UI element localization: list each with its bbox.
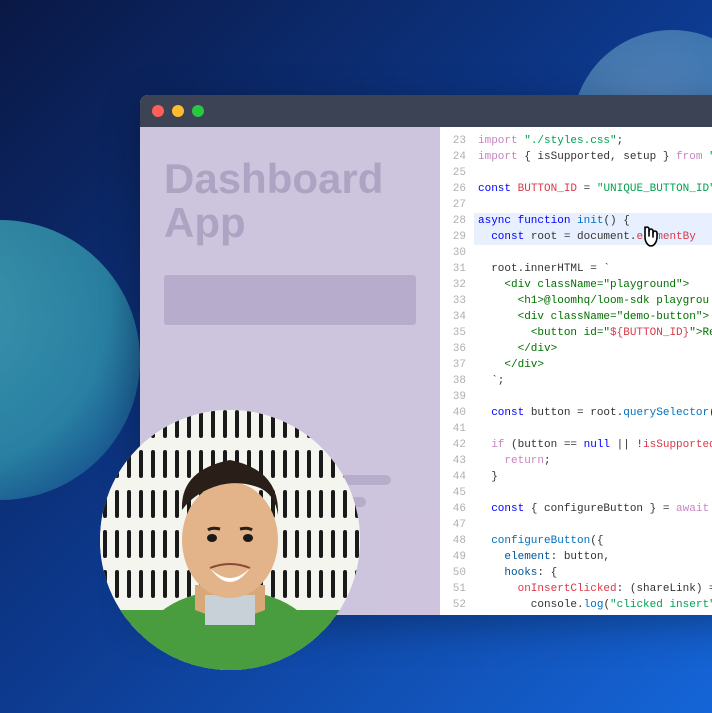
line-number: 49 (444, 549, 466, 565)
code-line[interactable]: import { isSupported, setup } from " (474, 149, 712, 165)
line-number: 51 (444, 581, 466, 597)
code-line[interactable]: </div> (474, 357, 712, 373)
line-number: 36 (444, 341, 466, 357)
line-number: 25 (444, 165, 466, 181)
code-line[interactable]: } (474, 469, 712, 485)
line-number: 47 (444, 517, 466, 533)
minimize-icon[interactable] (172, 105, 184, 117)
code-line[interactable]: </div> (474, 341, 712, 357)
code-line[interactable]: const button = root.querySelector( (474, 405, 712, 421)
code-line[interactable]: const BUTTON_ID = "UNIQUE_BUTTON_ID" (474, 181, 712, 197)
line-number: 40 (444, 405, 466, 421)
code-line[interactable]: <h1>@loomhq/loom-sdk playgrou (474, 293, 712, 309)
code-line[interactable] (474, 389, 712, 405)
code-line[interactable]: const { configureButton } = await (474, 501, 712, 517)
titlebar[interactable] (140, 95, 712, 127)
line-number: 27 (444, 197, 466, 213)
code-line[interactable]: console.log("clicked insert" (474, 597, 712, 613)
code-line[interactable] (474, 421, 712, 437)
close-icon[interactable] (152, 105, 164, 117)
code-line[interactable]: hooks: { (474, 565, 712, 581)
line-number: 48 (444, 533, 466, 549)
code-line[interactable] (474, 517, 712, 533)
line-number: 34 (444, 309, 466, 325)
line-number: 30 (444, 245, 466, 261)
code-line[interactable]: root.innerHTML = ` (474, 261, 712, 277)
line-number: 26 (444, 181, 466, 197)
code-line[interactable]: element: button, (474, 549, 712, 565)
line-number: 46 (444, 501, 466, 517)
code-line[interactable] (474, 245, 712, 261)
code-line[interactable] (474, 197, 712, 213)
line-number: 31 (444, 261, 466, 277)
line-number: 53 (444, 613, 466, 615)
line-number-gutter: 2324252627282930313233343536373839404142… (440, 127, 474, 615)
line-number: 42 (444, 437, 466, 453)
code-line[interactable]: configureButton({ (474, 533, 712, 549)
code-line[interactable]: import "./styles.css"; (474, 133, 712, 149)
line-number: 33 (444, 293, 466, 309)
code-line[interactable]: console.log(shareLink) (474, 613, 712, 615)
line-number: 23 (444, 133, 466, 149)
line-number: 28 (444, 213, 466, 229)
decorative-circle (0, 220, 140, 500)
code-content[interactable]: import "./styles.css";import { isSupport… (474, 127, 712, 615)
line-number: 37 (444, 357, 466, 373)
code-line[interactable]: return; (474, 453, 712, 469)
line-number: 44 (444, 469, 466, 485)
line-number: 50 (444, 565, 466, 581)
code-line[interactable]: async function init() { (474, 213, 712, 229)
line-number: 29 (444, 229, 466, 245)
zoom-icon[interactable] (192, 105, 204, 117)
avatar (100, 410, 360, 670)
code-line[interactable]: <div className="playground"> (474, 277, 712, 293)
app-title: Dashboard App (164, 157, 416, 245)
code-line[interactable]: `; (474, 373, 712, 389)
code-line[interactable]: if (button == null || !isSupported (474, 437, 712, 453)
code-editor[interactable]: 2324252627282930313233343536373839404142… (440, 127, 712, 615)
line-number: 32 (444, 277, 466, 293)
code-line[interactable]: const root = document.elementBy (474, 229, 712, 245)
line-number: 43 (444, 453, 466, 469)
code-line[interactable] (474, 165, 712, 181)
code-line[interactable]: <button id="${BUTTON_ID}">Re (474, 325, 712, 341)
code-line[interactable]: onInsertClicked: (shareLink) = (474, 581, 712, 597)
line-number: 41 (444, 421, 466, 437)
line-number: 45 (444, 485, 466, 501)
line-number: 39 (444, 389, 466, 405)
line-number: 24 (444, 149, 466, 165)
code-line[interactable]: <div className="demo-button"> (474, 309, 712, 325)
code-line[interactable] (474, 485, 712, 501)
line-number: 38 (444, 373, 466, 389)
line-number: 52 (444, 597, 466, 613)
line-number: 35 (444, 325, 466, 341)
placeholder-block (164, 275, 416, 325)
cursor-pointer-icon (640, 224, 662, 255)
